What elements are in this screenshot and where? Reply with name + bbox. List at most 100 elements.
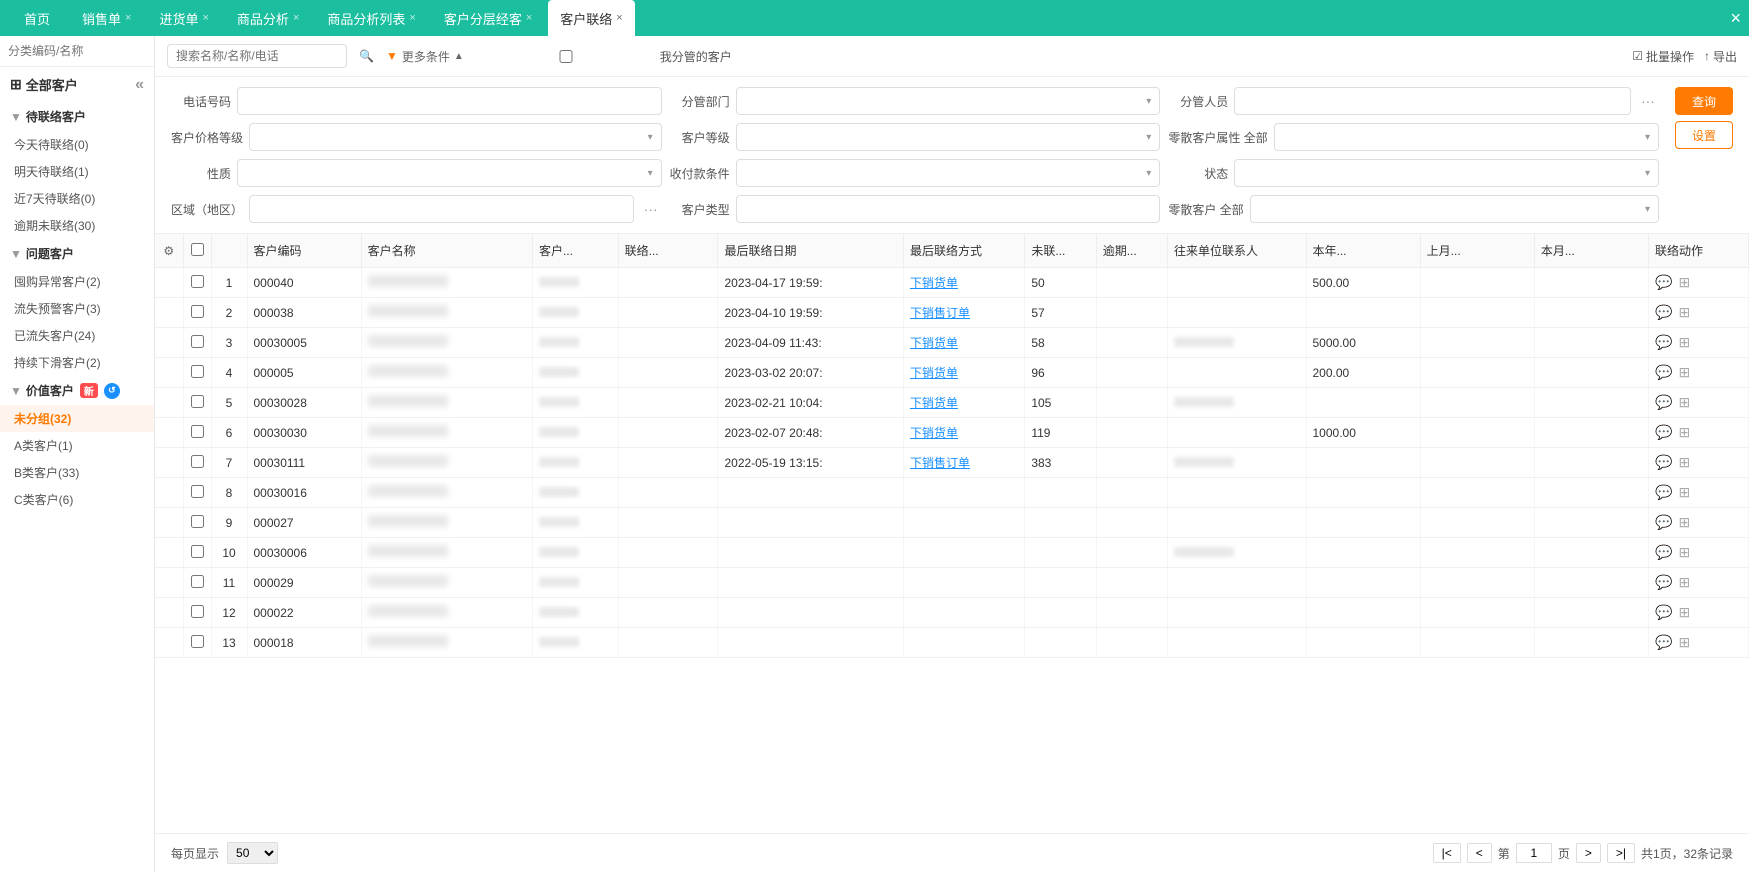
phone-action-icon[interactable]: 💬 xyxy=(1655,454,1672,471)
last-page-btn[interactable]: >| xyxy=(1607,843,1635,863)
price-level-dropdown[interactable]: ▾ xyxy=(249,123,662,151)
row-checkbox[interactable] xyxy=(191,635,204,648)
phone-action-icon[interactable]: 💬 xyxy=(1655,574,1672,591)
row-checkbox-cell[interactable] xyxy=(183,568,211,598)
phone-action-icon[interactable]: 💬 xyxy=(1655,364,1672,381)
sidebar-item-declining[interactable]: 持续下滑客户(2) xyxy=(0,349,154,376)
phone-action-icon[interactable]: 💬 xyxy=(1655,394,1672,411)
close-icon[interactable]: × xyxy=(293,12,299,24)
row-checkbox-cell[interactable] xyxy=(183,358,211,388)
select-all-checkbox[interactable] xyxy=(191,243,204,256)
row-checkbox-cell[interactable] xyxy=(183,628,211,658)
customer-level-dropdown[interactable]: ▾ xyxy=(736,123,1161,151)
more-action-icon[interactable]: ⊞ xyxy=(1678,634,1690,651)
search-icon[interactable]: 🔍 xyxy=(359,49,374,63)
prev-page-btn[interactable]: < xyxy=(1467,843,1492,863)
close-icon[interactable]: × xyxy=(202,12,208,24)
refresh-badge[interactable]: ↺ xyxy=(104,383,120,399)
more-action-icon[interactable]: ⊞ xyxy=(1678,454,1690,471)
row-checkbox-cell[interactable] xyxy=(183,418,211,448)
ellipsis-icon[interactable]: ··· xyxy=(640,201,662,217)
more-action-icon[interactable]: ⊞ xyxy=(1678,334,1690,351)
close-icon[interactable]: × xyxy=(125,12,131,24)
more-action-icon[interactable]: ⊞ xyxy=(1678,274,1690,291)
more-action-icon[interactable]: ⊞ xyxy=(1678,424,1690,441)
phone-action-icon[interactable]: 💬 xyxy=(1655,484,1672,501)
sidebar-item-b-class[interactable]: B类客户(33) xyxy=(0,459,154,486)
close-icon[interactable]: × xyxy=(616,12,622,24)
row-checkbox-cell[interactable] xyxy=(183,388,211,418)
more-action-icon[interactable]: ⊞ xyxy=(1678,544,1690,561)
row-checkbox[interactable] xyxy=(191,395,204,408)
phone-action-icon[interactable]: 💬 xyxy=(1655,424,1672,441)
phone-action-icon[interactable]: 💬 xyxy=(1655,334,1672,351)
next-page-btn[interactable]: > xyxy=(1576,843,1601,863)
sidebar-item-today[interactable]: 今天待联络(0) xyxy=(0,131,154,158)
export-btn[interactable]: ↑ 导出 xyxy=(1704,48,1737,65)
more-action-icon[interactable]: ⊞ xyxy=(1678,364,1690,381)
page-number-input[interactable] xyxy=(1516,843,1552,863)
row-checkbox[interactable] xyxy=(191,515,204,528)
close-icon[interactable]: × xyxy=(526,12,532,24)
dept-dropdown[interactable]: ▾ xyxy=(736,87,1161,115)
retail-attr-dropdown[interactable]: ▾ xyxy=(1274,123,1659,151)
retail-customer-dropdown[interactable]: ▾ xyxy=(1250,195,1659,223)
batch-op-btn[interactable]: ☑ 批量操作 xyxy=(1632,48,1694,65)
nav-product-analysis[interactable]: 商品分析 × xyxy=(225,0,311,36)
sidebar-item-7days[interactable]: 近7天待联络(0) xyxy=(0,185,154,212)
more-action-icon[interactable]: ⊞ xyxy=(1678,394,1690,411)
row-checkbox-cell[interactable] xyxy=(183,508,211,538)
all-customers-item[interactable]: ⊞ 全部客户 « xyxy=(0,67,154,102)
first-page-btn[interactable]: |< xyxy=(1433,843,1461,863)
query-button[interactable]: 查询 xyxy=(1675,87,1733,115)
status-dropdown[interactable]: ▾ xyxy=(1234,159,1659,187)
row-checkbox[interactable] xyxy=(191,335,204,348)
phone-action-icon[interactable]: 💬 xyxy=(1655,304,1672,321)
sidebar-item-c-class[interactable]: C类客户(6) xyxy=(0,486,154,513)
sidebar-item-churn-warning[interactable]: 流失预警客户(3) xyxy=(0,295,154,322)
phone-action-icon[interactable]: 💬 xyxy=(1655,634,1672,651)
customer-type-input[interactable] xyxy=(736,195,1161,223)
more-action-icon[interactable]: ⊞ xyxy=(1678,514,1690,531)
phone-action-icon[interactable]: 💬 xyxy=(1655,274,1672,291)
nav-customer-tier[interactable]: 客户分层经客 × xyxy=(432,0,544,36)
nav-sales-order[interactable]: 销售单 × xyxy=(70,0,143,36)
row-checkbox[interactable] xyxy=(191,425,204,438)
search-input[interactable] xyxy=(167,44,347,68)
row-checkbox[interactable] xyxy=(191,545,204,558)
nav-product-analysis-list[interactable]: 商品分析列表 × xyxy=(315,0,427,36)
more-action-icon[interactable]: ⊞ xyxy=(1678,574,1690,591)
row-checkbox-cell[interactable] xyxy=(183,268,211,298)
more-conditions-btn[interactable]: ▼ 更多条件 ▲ xyxy=(386,48,464,65)
phone-action-icon[interactable]: 💬 xyxy=(1655,604,1672,621)
phone-input[interactable] xyxy=(237,87,662,115)
row-checkbox-cell[interactable] xyxy=(183,478,211,508)
region-input[interactable] xyxy=(249,195,634,223)
row-checkbox-cell[interactable] xyxy=(183,328,211,358)
close-all-icon[interactable]: × xyxy=(1730,8,1741,29)
row-checkbox[interactable] xyxy=(191,605,204,618)
nav-purchase-order[interactable]: 进货单 × xyxy=(147,0,220,36)
reset-button[interactable]: 设置 xyxy=(1675,121,1733,149)
row-checkbox[interactable] xyxy=(191,305,204,318)
row-checkbox[interactable] xyxy=(191,275,204,288)
row-checkbox[interactable] xyxy=(191,455,204,468)
phone-action-icon[interactable]: 💬 xyxy=(1655,544,1672,561)
expand-icon[interactable]: ▼ xyxy=(10,247,22,261)
sidebar-item-hoarding[interactable]: 囤购异常客户(2) xyxy=(0,268,154,295)
more-action-icon[interactable]: ⊞ xyxy=(1678,604,1690,621)
per-page-select[interactable]: 50 100 200 xyxy=(227,842,278,864)
sidebar-search-input[interactable] xyxy=(8,44,155,58)
nav-home[interactable]: 首页 xyxy=(8,0,66,36)
row-checkbox-cell[interactable] xyxy=(183,538,211,568)
sidebar-item-overdue[interactable]: 逾期未联络(30) xyxy=(0,212,154,239)
row-checkbox-cell[interactable] xyxy=(183,298,211,328)
sidebar-item-tomorrow[interactable]: 明天待联络(1) xyxy=(0,158,154,185)
select-all-header[interactable] xyxy=(183,234,211,268)
sidebar-item-churned[interactable]: 已流失客户(24) xyxy=(0,322,154,349)
manager-input[interactable] xyxy=(1234,87,1631,115)
expand-icon[interactable]: ▼ xyxy=(10,110,22,124)
expand-icon[interactable]: ▼ xyxy=(10,384,22,398)
collapse-icon[interactable]: « xyxy=(135,76,144,94)
ellipsis-icon[interactable]: ··· xyxy=(1637,93,1659,109)
